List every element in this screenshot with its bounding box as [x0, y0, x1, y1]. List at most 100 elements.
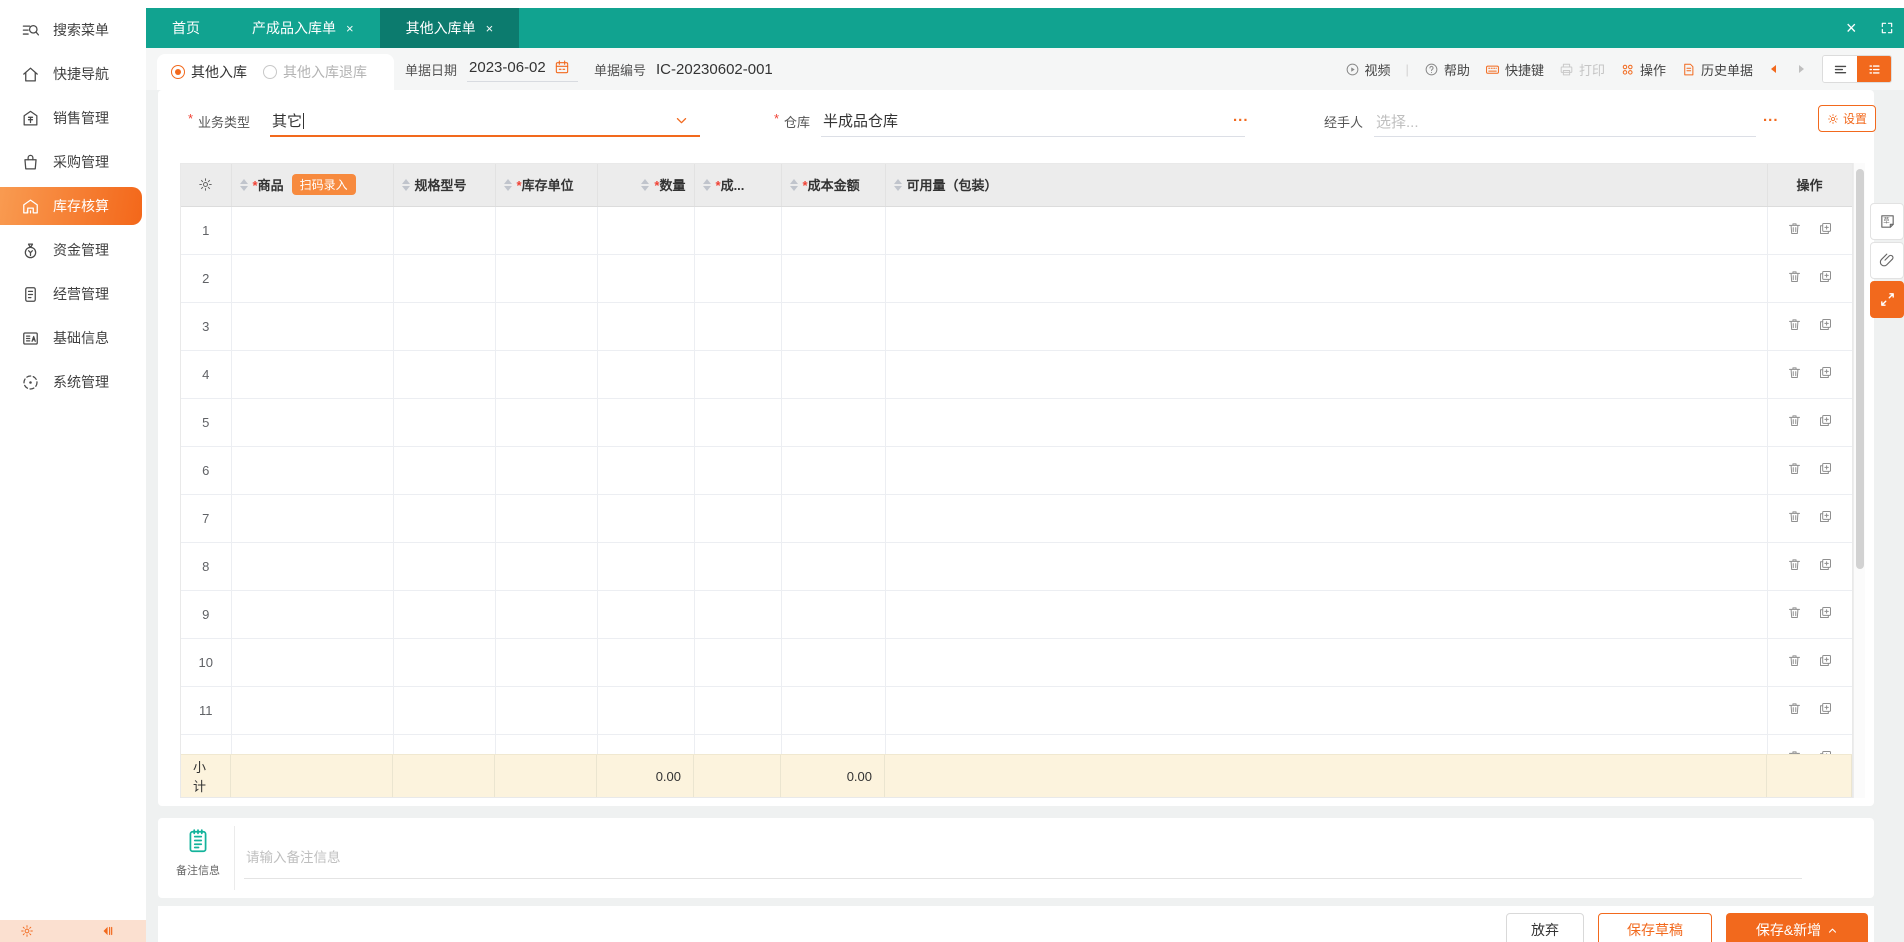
row-cell[interactable]: [495, 638, 598, 687]
row-cell[interactable]: [393, 302, 496, 351]
row-cell[interactable]: [885, 398, 1768, 447]
trash-icon[interactable]: [1787, 317, 1802, 332]
row-cell[interactable]: [597, 254, 695, 303]
row-cell[interactable]: [885, 494, 1768, 543]
row-cell[interactable]: [597, 590, 695, 639]
row-cell[interactable]: [231, 542, 394, 591]
tab-首页[interactable]: 首页: [146, 8, 226, 48]
trash-icon[interactable]: [1787, 461, 1802, 476]
row-cell[interactable]: [495, 206, 598, 255]
next-arrow-icon[interactable]: [1795, 63, 1807, 75]
row-cell[interactable]: [597, 398, 695, 447]
row-cell[interactable]: [694, 254, 782, 303]
row-cell[interactable]: [885, 206, 1768, 255]
collapse-sidebar-icon[interactable]: [100, 924, 114, 938]
row-cell[interactable]: [231, 398, 394, 447]
row-cell[interactable]: [393, 254, 496, 303]
row-cell[interactable]: [393, 542, 496, 591]
radio-other-in-return[interactable]: 其他入库退库: [263, 62, 367, 82]
copy-plus-icon[interactable]: [1818, 605, 1833, 620]
sidebar-item-sales[interactable]: 销售管理: [0, 96, 146, 140]
row-cell[interactable]: [781, 686, 886, 735]
sidebar-item-funds[interactable]: 资金管理: [0, 228, 146, 272]
row-cell[interactable]: [231, 494, 394, 543]
sidebar-item-base-info[interactable]: 基础信息: [0, 316, 146, 360]
row-cell[interactable]: [694, 206, 782, 255]
trash-icon[interactable]: [1787, 653, 1802, 668]
row-cell[interactable]: [694, 302, 782, 351]
row-cell[interactable]: [781, 542, 886, 591]
row-cell[interactable]: [694, 494, 782, 543]
fullscreen-button[interactable]: [1880, 8, 1895, 48]
row-cell[interactable]: [694, 542, 782, 591]
detail-view-button[interactable]: [1857, 56, 1891, 82]
help-button[interactable]: 帮助: [1424, 60, 1470, 79]
row-cell[interactable]: [597, 494, 695, 543]
row-cell[interactable]: [885, 686, 1768, 735]
row-cell[interactable]: [597, 302, 695, 351]
row-cell[interactable]: [495, 542, 598, 591]
sort-icon[interactable]: [789, 178, 798, 191]
trash-icon[interactable]: [1787, 269, 1802, 284]
row-cell[interactable]: [231, 446, 394, 495]
header-col-spec[interactable]: 规格型号: [393, 164, 496, 207]
prev-arrow-icon[interactable]: [1768, 63, 1780, 75]
row-cell[interactable]: [597, 638, 695, 687]
sidebar-item-search-menu[interactable]: 搜索菜单: [0, 8, 146, 52]
biz-type-input[interactable]: 其它: [272, 110, 305, 131]
copy-plus-icon[interactable]: [1818, 557, 1833, 572]
row-cell[interactable]: [781, 590, 886, 639]
draft-list-button[interactable]: 草: [1870, 203, 1904, 240]
row-cell[interactable]: [781, 206, 886, 255]
action-button[interactable]: 操作: [1620, 60, 1666, 79]
row-cell[interactable]: [393, 206, 496, 255]
row-cell[interactable]: [393, 446, 496, 495]
row-cell[interactable]: [495, 590, 598, 639]
row-cell[interactable]: [597, 446, 695, 495]
header-col-product[interactable]: *商品 扫码录入: [231, 164, 394, 207]
history-button[interactable]: 历史单据: [1681, 60, 1753, 79]
row-cell[interactable]: [231, 638, 394, 687]
radio-other-in[interactable]: 其他入库: [171, 62, 247, 82]
row-cell[interactable]: [885, 254, 1768, 303]
row-cell[interactable]: [781, 350, 886, 399]
sidebar-item-nav-home[interactable]: 快捷导航: [0, 52, 146, 96]
sidebar-item-business[interactable]: 经营管理: [0, 272, 146, 316]
settings-button[interactable]: 设置: [1818, 105, 1876, 132]
handler-more-button[interactable]: ...: [1763, 108, 1779, 125]
row-cell[interactable]: [495, 494, 598, 543]
list-view-button[interactable]: [1823, 56, 1857, 82]
doc-date-input[interactable]: 2023-06-02: [467, 57, 578, 82]
row-cell[interactable]: [781, 638, 886, 687]
row-cell[interactable]: [781, 446, 886, 495]
row-cell[interactable]: [231, 590, 394, 639]
copy-plus-icon[interactable]: [1818, 509, 1833, 524]
trash-icon[interactable]: [1787, 557, 1802, 572]
row-cell[interactable]: [393, 494, 496, 543]
remark-input[interactable]: 请输入备注信息: [246, 846, 1804, 866]
row-cell[interactable]: [495, 350, 598, 399]
row-cell[interactable]: [393, 350, 496, 399]
copy-plus-icon[interactable]: [1818, 653, 1833, 668]
row-cell[interactable]: [694, 350, 782, 399]
row-cell[interactable]: [694, 398, 782, 447]
sort-icon[interactable]: [503, 178, 512, 191]
row-cell[interactable]: [597, 206, 695, 255]
scrollbar-thumb[interactable]: [1856, 169, 1864, 569]
trash-icon[interactable]: [1787, 701, 1802, 716]
trash-icon[interactable]: [1787, 365, 1802, 380]
sidebar-item-inventory[interactable]: 库存核算: [0, 187, 142, 225]
row-cell[interactable]: [694, 590, 782, 639]
sort-icon[interactable]: [641, 178, 650, 191]
window-close-button[interactable]: ×: [1846, 8, 1864, 48]
tab-产成品入库单[interactable]: 产成品入库单 ×: [226, 8, 380, 48]
row-cell[interactable]: [885, 302, 1768, 351]
row-cell[interactable]: [495, 398, 598, 447]
row-cell[interactable]: [231, 686, 394, 735]
row-cell[interactable]: [885, 638, 1768, 687]
copy-plus-icon[interactable]: [1818, 269, 1833, 284]
row-cell[interactable]: [393, 686, 496, 735]
row-cell[interactable]: [495, 254, 598, 303]
row-cell[interactable]: [495, 302, 598, 351]
row-cell[interactable]: [597, 686, 695, 735]
